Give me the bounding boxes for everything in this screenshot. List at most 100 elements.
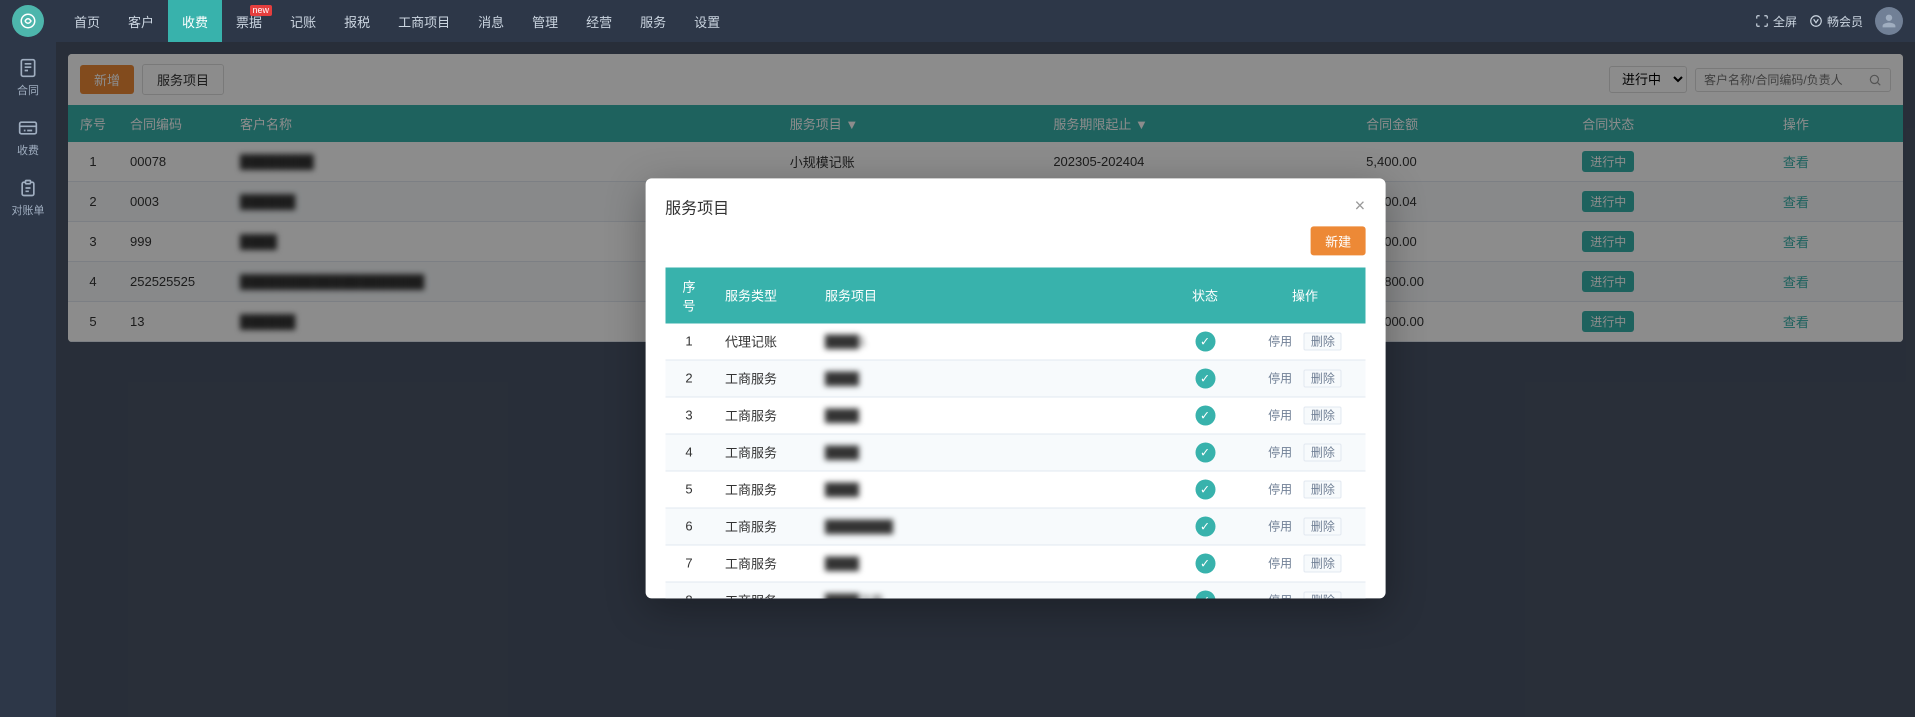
modal-col-action: 操作: [1245, 267, 1365, 323]
modal-cell-status: ✓: [1165, 433, 1245, 470]
modal-cell-item: ████: [813, 359, 1165, 396]
content-area: 新增 服务项目 进行中 已完成 已取消: [56, 42, 1915, 717]
modal-table-row: 2 工商服务 ████ ✓ 停用 删除: [665, 359, 1365, 396]
modal-cell-status: ✓: [1165, 544, 1245, 581]
modal-cell-status: ✓: [1165, 323, 1245, 360]
nav-message[interactable]: 消息: [464, 0, 518, 42]
status-check-icon: ✓: [1195, 590, 1215, 598]
nav-right: 全屏 畅会员: [1755, 7, 1903, 35]
modal-cell-item: ████注册: [813, 581, 1165, 598]
vip-label: 畅会员: [1827, 13, 1863, 30]
modal-cell-type: 工商服务: [713, 507, 813, 544]
modal-cell-action: 停用 删除: [1245, 507, 1365, 544]
modal-cell-seq: 8: [665, 581, 713, 598]
vip-button[interactable]: 畅会员: [1809, 13, 1863, 30]
service-modal: 服务项目 × 新建 序号 服务类型 服务项目 状态 操作: [645, 178, 1385, 598]
nav-bizproject[interactable]: 工商项目: [384, 0, 464, 42]
modal-cell-action: 停用 删除: [1245, 433, 1365, 470]
modal-cell-item: ████: [813, 396, 1165, 433]
modal-body: 序号 服务类型 服务项目 状态 操作 1 代理记账 ████1 ✓ 停用 删除: [645, 267, 1385, 598]
modal-cell-status: ✓: [1165, 396, 1245, 433]
app-logo: [12, 5, 44, 37]
modal-cell-action: 停用 删除: [1245, 359, 1365, 396]
modal-cell-type: 工商服务: [713, 359, 813, 396]
status-check-icon: ✓: [1195, 553, 1215, 573]
modal-cell-seq: 3: [665, 396, 713, 433]
modal-cell-action: 停用 删除: [1245, 581, 1365, 598]
modal-cell-seq: 7: [665, 544, 713, 581]
modal-table-row: 5 工商服务 ████ ✓ 停用 删除: [665, 470, 1365, 507]
nav-home[interactable]: 首页: [60, 0, 114, 42]
modal-cell-item: ████████: [813, 507, 1165, 544]
modal-col-seq: 序号: [665, 267, 713, 323]
user-avatar[interactable]: [1875, 7, 1903, 35]
modal-table-row: 3 工商服务 ████ ✓ 停用 删除: [665, 396, 1365, 433]
modal-cell-item: ████: [813, 470, 1165, 507]
sidebar-item-contract[interactable]: 合同: [0, 50, 56, 106]
nav-operation[interactable]: 经营: [572, 0, 626, 42]
modal-table-row: 8 工商服务 ████注册 ✓ 停用 删除: [665, 581, 1365, 598]
modal-title: 服务项目: [665, 194, 729, 218]
modal-cell-type: 工商服务: [713, 544, 813, 581]
modal-toolbar: 新建: [645, 226, 1385, 267]
modal-cell-type: 工商服务: [713, 470, 813, 507]
sidebar-label-contract: 合同: [17, 82, 39, 98]
modal-cell-item: ████1: [813, 323, 1165, 360]
modal-new-button[interactable]: 新建: [1311, 226, 1365, 255]
nav-items: 首页 客户 收费 票据 new 记账 报税 工商项目 消息 管理 经营 服务 设…: [60, 0, 1755, 42]
sidebar-item-fee[interactable]: 收费: [0, 110, 56, 166]
nav-service[interactable]: 服务: [626, 0, 680, 42]
nav-fee[interactable]: 收费: [168, 0, 222, 42]
modal-cell-seq: 1: [665, 323, 713, 360]
top-nav: 首页 客户 收费 票据 new 记账 报税 工商项目 消息 管理 经营 服务 设…: [0, 0, 1915, 42]
modal-cell-seq: 2: [665, 359, 713, 396]
nav-bookkeeping[interactable]: 记账: [276, 0, 330, 42]
modal-header: 服务项目 ×: [645, 178, 1385, 226]
service-items-table: 序号 服务类型 服务项目 状态 操作 1 代理记账 ████1 ✓ 停用 删除: [665, 267, 1365, 598]
status-check-icon: ✓: [1195, 442, 1215, 462]
sidebar-label-fee: 收费: [17, 142, 39, 158]
modal-cell-type: 代理记账: [713, 323, 813, 360]
modal-table-row: 6 工商服务 ████████ ✓ 停用 删除: [665, 507, 1365, 544]
status-check-icon: ✓: [1195, 405, 1215, 425]
nav-settings[interactable]: 设置: [680, 0, 734, 42]
sidebar-label-statement: 对账单: [12, 202, 45, 218]
modal-table-row: 1 代理记账 ████1 ✓ 停用 删除: [665, 323, 1365, 360]
main-layout: 合同 收费 对账单 新增 服务项目: [0, 42, 1915, 717]
status-check-icon: ✓: [1195, 368, 1215, 388]
modal-close-button[interactable]: ×: [1355, 195, 1366, 216]
status-check-icon: ✓: [1195, 516, 1215, 536]
sidebar-item-statement[interactable]: 对账单: [0, 170, 56, 226]
modal-table-row: 7 工商服务 ████ ✓ 停用 删除: [665, 544, 1365, 581]
fullscreen-label: 全屏: [1773, 13, 1797, 30]
modal-cell-seq: 6: [665, 507, 713, 544]
status-check-icon: ✓: [1195, 331, 1215, 351]
modal-table-row: 4 工商服务 ████ ✓ 停用 删除: [665, 433, 1365, 470]
modal-cell-item: ████: [813, 544, 1165, 581]
modal-cell-status: ✓: [1165, 470, 1245, 507]
modal-cell-action: 停用 删除: [1245, 544, 1365, 581]
modal-cell-action: 停用 删除: [1245, 470, 1365, 507]
modal-cell-type: 工商服务: [713, 396, 813, 433]
modal-cell-seq: 4: [665, 433, 713, 470]
modal-cell-seq: 5: [665, 470, 713, 507]
status-check-icon: ✓: [1195, 479, 1215, 499]
modal-cell-action: 停用 删除: [1245, 323, 1365, 360]
modal-cell-action: 停用 删除: [1245, 396, 1365, 433]
modal-col-item: 服务项目: [813, 267, 1165, 323]
nav-invoice[interactable]: 票据 new: [222, 0, 276, 42]
nav-customer[interactable]: 客户: [114, 0, 168, 42]
modal-cell-status: ✓: [1165, 359, 1245, 396]
nav-tax[interactable]: 报税: [330, 0, 384, 42]
fullscreen-button[interactable]: 全屏: [1755, 13, 1797, 30]
modal-cell-type: 工商服务: [713, 433, 813, 470]
new-badge: new: [250, 5, 273, 16]
modal-col-status: 状态: [1165, 267, 1245, 323]
modal-cell-status: ✓: [1165, 581, 1245, 598]
nav-manage[interactable]: 管理: [518, 0, 572, 42]
sidebar: 合同 收费 对账单: [0, 42, 56, 717]
modal-cell-status: ✓: [1165, 507, 1245, 544]
modal-cell-item: ████: [813, 433, 1165, 470]
modal-col-type: 服务类型: [713, 267, 813, 323]
modal-cell-type: 工商服务: [713, 581, 813, 598]
